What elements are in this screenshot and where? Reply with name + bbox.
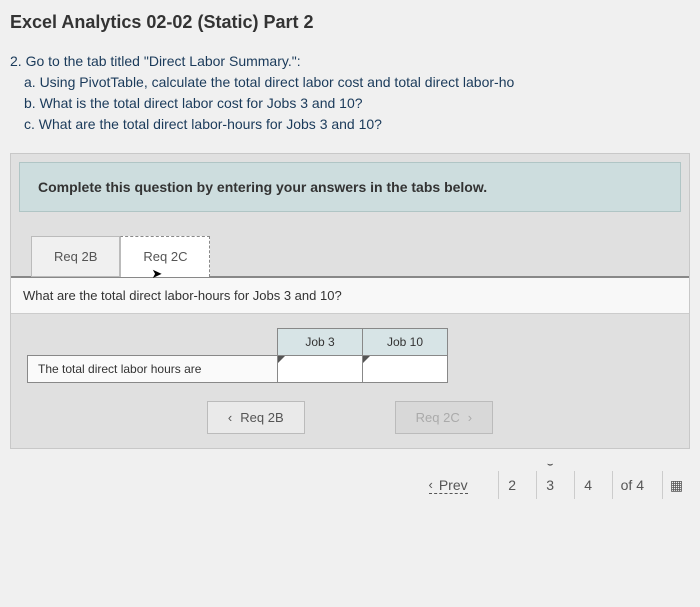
next-tab-label: Req 2C [416, 410, 460, 425]
input-job3[interactable] [278, 356, 363, 383]
tab-nav-buttons: ‹ Req 2B Req 2C › [11, 383, 689, 448]
page-2[interactable]: 2 [498, 471, 526, 499]
col-header-job10: Job 10 [363, 329, 448, 356]
chevron-left-icon: ‹ [228, 410, 232, 425]
prev-tab-button[interactable]: ‹ Req 2B [207, 401, 305, 434]
tab-req-2c[interactable]: Req 2C ➤ [120, 236, 210, 277]
question-lead: 2. Go to the tab titled "Direct Labor Su… [10, 51, 690, 72]
question-prompt: What are the total direct labor-hours fo… [11, 276, 689, 314]
chevron-left-icon: ‹ [429, 477, 433, 492]
next-tab-button: Req 2C › [395, 401, 493, 434]
table-row: The total direct labor hours are [28, 356, 448, 383]
chevron-right-icon: › [468, 410, 472, 425]
question-item-c: c. What are the total direct labor-hours… [10, 114, 690, 135]
input-job10[interactable] [363, 356, 448, 383]
row-label: The total direct labor hours are [28, 356, 278, 383]
instruction-bar: Complete this question by entering your … [19, 162, 681, 212]
col-header-job3: Job 3 [278, 329, 363, 356]
tabs-row: Req 2B Req 2C ➤ [11, 236, 689, 277]
page-4[interactable]: 4 [574, 471, 602, 499]
prev-link-label: Prev [439, 477, 468, 493]
page-3-current[interactable]: 3 [536, 471, 564, 499]
question-item-a: a. Using PivotTable, calculate the total… [10, 72, 690, 93]
question-item-b: b. What is the total direct labor cost f… [10, 93, 690, 114]
page-title: Excel Analytics 02-02 (Static) Part 2 [0, 0, 700, 51]
tab-label: Req 2C [143, 249, 187, 264]
prev-link[interactable]: ‹ Prev [429, 477, 468, 494]
question-block: 2. Go to the tab titled "Direct Labor Su… [0, 51, 700, 153]
prev-tab-label: Req 2B [240, 410, 283, 425]
grid-icon[interactable]: ▦ [662, 471, 690, 499]
bottom-nav: ‹ Prev 2 3 4 of 4 ▦ [0, 449, 700, 509]
cursor-icon: ➤ [151, 266, 162, 282]
answer-panel: Complete this question by entering your … [10, 153, 690, 449]
answer-table: Job 3 Job 10 The total direct labor hour… [27, 328, 448, 383]
tab-req-2b[interactable]: Req 2B [31, 236, 120, 277]
page-count: of 4 [612, 471, 652, 499]
